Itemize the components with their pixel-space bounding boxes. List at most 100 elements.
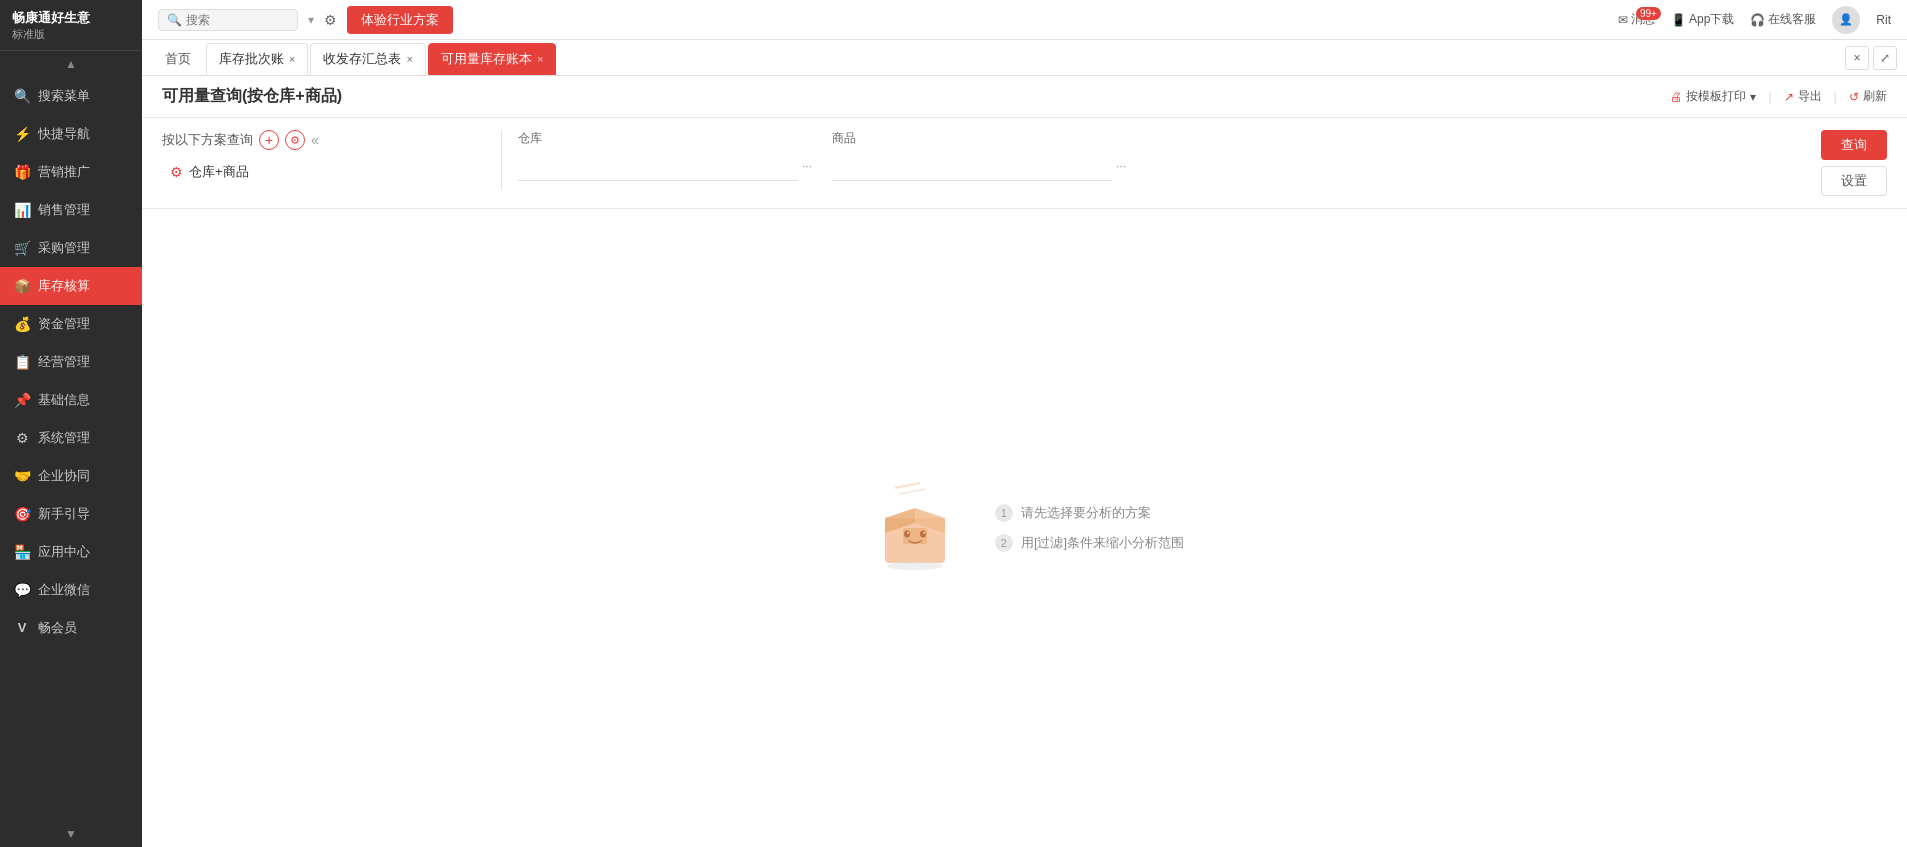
filter-goods-more[interactable]: ··· (1116, 159, 1126, 173)
filter-collapse-button[interactable]: « (311, 132, 319, 148)
topbar-chevron-icon[interactable]: ▾ (308, 13, 314, 27)
sidebar: 畅康通好生意 标准版 ▲ 🔍 搜索菜单 ⚡ 快捷导航 🎁 营销推广 📊 销售管理… (0, 0, 142, 847)
search-icon: 🔍 (14, 88, 30, 104)
tab-available[interactable]: 可用量库存账本 × (428, 43, 556, 75)
scroll-up-icon[interactable]: ▲ (65, 57, 77, 71)
search-input[interactable] (186, 13, 286, 27)
tab-available-label: 可用量库存账本 (441, 50, 532, 68)
tabs-close-all-button[interactable]: × (1845, 46, 1869, 70)
page-header: 可用量查询(按仓库+商品) 🖨 按模板打印 ▾ | ↗ 导出 | ↺ 刷新 (142, 76, 1907, 118)
main-area: 🔍 ▾ ⚙ 体验行业方案 ✉ 消息 99+ 📱 App下载 🎧 在线客服 👤 (142, 0, 1907, 847)
page-actions: 🖨 按模板打印 ▾ | ↗ 导出 | ↺ 刷新 (1670, 88, 1887, 105)
app-brand: 畅康通好生意 (12, 10, 130, 27)
message-button[interactable]: ✉ 消息 99+ (1618, 11, 1655, 28)
filter-field-goods: 商品 ··· (832, 130, 1126, 181)
wechat-icon: 💬 (14, 582, 30, 598)
sidebar-item-shortcut[interactable]: ⚡ 快捷导航 (0, 115, 142, 153)
empty-box-svg (865, 478, 965, 578)
app-download-button[interactable]: 📱 App下载 (1671, 11, 1734, 28)
tab-home[interactable]: 首页 (152, 43, 204, 75)
trial-button[interactable]: 体验行业方案 (347, 6, 453, 34)
print-button[interactable]: 🖨 按模板打印 ▾ (1670, 88, 1756, 105)
column-settings-button[interactable]: 设置 (1821, 166, 1887, 196)
tabs-expand-button[interactable]: ⤢ (1873, 46, 1897, 70)
print-label: 按模板打印 (1686, 88, 1746, 105)
filter-add-button[interactable]: + (259, 130, 279, 150)
tab-batch[interactable]: 库存批次账 × (206, 43, 308, 75)
purchase-icon: 🛒 (14, 240, 30, 256)
filter-settings-icon[interactable]: ⚙ (285, 130, 305, 150)
topbar-search-icon: 🔍 (167, 13, 182, 27)
sidebar-item-label: 基础信息 (38, 391, 90, 409)
sidebar-item-purchase[interactable]: 🛒 采购管理 (0, 229, 142, 267)
tab-batch-close[interactable]: × (289, 53, 295, 65)
basic-icon: 📌 (14, 392, 30, 408)
sidebar-item-label: 库存核算 (38, 277, 90, 295)
filter-scheme-label: 仓库+商品 (189, 163, 249, 181)
export-icon: ↗ (1784, 90, 1794, 104)
sidebar-scroll-down[interactable]: ▼ (0, 821, 142, 847)
filter-goods-input[interactable] (832, 151, 1112, 181)
inventory-icon: 📦 (14, 278, 30, 294)
sidebar-item-label: 搜索菜单 (38, 87, 90, 105)
empty-tips: 1 请先选择要分析的方案 2 用[过滤]条件来缩小分析范围 (995, 504, 1184, 552)
newbie-icon: 🎯 (14, 506, 30, 522)
sidebar-item-basic[interactable]: 📌 基础信息 (0, 381, 142, 419)
sidebar-item-label: 系统管理 (38, 429, 90, 447)
page-content: 可用量查询(按仓库+商品) 🖨 按模板打印 ▾ | ↗ 导出 | ↺ 刷新 (142, 76, 1907, 847)
refresh-button[interactable]: ↺ 刷新 (1849, 88, 1887, 105)
tab-batch-label: 库存批次账 (219, 50, 284, 68)
filter-warehouse-more[interactable]: ··· (802, 159, 812, 173)
filter-goods-input-wrapper: ··· (832, 151, 1126, 181)
filter-area: 按以下方案查询 + ⚙ « ⚙ 仓库+商品 仓库 ··· (142, 118, 1907, 209)
service-icon: 🎧 (1750, 13, 1765, 27)
print-chevron-icon: ▾ (1750, 90, 1756, 104)
empty-illustration (865, 478, 965, 578)
empty-state: 1 请先选择要分析的方案 2 用[过滤]条件来缩小分析范围 (142, 209, 1907, 847)
sidebar-item-label: 采购管理 (38, 239, 90, 257)
sales-icon: 📊 (14, 202, 30, 218)
sidebar-item-marketing[interactable]: 🎁 营销推广 (0, 153, 142, 191)
sidebar-item-enterprise[interactable]: 🤝 企业协同 (0, 457, 142, 495)
sidebar-item-system[interactable]: ⚙ 系统管理 (0, 419, 142, 457)
sidebar-item-appstore[interactable]: 🏪 应用中心 (0, 533, 142, 571)
username-label: Rit (1876, 13, 1891, 27)
export-button[interactable]: ↗ 导出 (1784, 88, 1822, 105)
sidebar-item-inventory[interactable]: 📦 库存核算 (0, 267, 142, 305)
sidebar-item-wechat[interactable]: 💬 企业微信 (0, 571, 142, 609)
topbar: 🔍 ▾ ⚙ 体验行业方案 ✉ 消息 99+ 📱 App下载 🎧 在线客服 👤 (142, 0, 1907, 40)
filter-scheme-panel: 按以下方案查询 + ⚙ « ⚙ 仓库+商品 (162, 130, 502, 190)
tab-home-label: 首页 (165, 50, 191, 68)
message-badge: 99+ (1636, 7, 1661, 20)
sidebar-item-label: 新手引导 (38, 505, 90, 523)
finance-icon: 💰 (14, 316, 30, 332)
query-button[interactable]: 查询 (1821, 130, 1887, 160)
sidebar-item-search[interactable]: 🔍 搜索菜单 (0, 77, 142, 115)
search-box[interactable]: 🔍 (158, 9, 298, 31)
refresh-icon: ↺ (1849, 90, 1859, 104)
scroll-down-icon[interactable]: ▼ (65, 827, 77, 841)
sidebar-item-newbie[interactable]: 🎯 新手引导 (0, 495, 142, 533)
sidebar-item-operations[interactable]: 📋 经营管理 (0, 343, 142, 381)
sidebar-item-finance[interactable]: 💰 资金管理 (0, 305, 142, 343)
export-label: 导出 (1798, 88, 1822, 105)
marketing-icon: 🎁 (14, 164, 30, 180)
tab-summary-close[interactable]: × (406, 53, 412, 65)
online-service-button[interactable]: 🎧 在线客服 (1750, 11, 1816, 28)
avatar: 👤 (1832, 6, 1860, 34)
topbar-gear-icon[interactable]: ⚙ (324, 12, 337, 28)
filter-scheme-item-warehouse-goods[interactable]: ⚙ 仓库+商品 (162, 158, 491, 186)
avatar-initial: 👤 (1839, 13, 1853, 26)
tab-summary[interactable]: 收发存汇总表 × (310, 43, 425, 75)
tip-item-1: 1 请先选择要分析的方案 (995, 504, 1184, 522)
svg-point-8 (887, 562, 943, 570)
sidebar-item-label: 资金管理 (38, 315, 90, 333)
filter-warehouse-input[interactable] (518, 151, 798, 181)
operations-icon: 📋 (14, 354, 30, 370)
tab-available-close[interactable]: × (537, 53, 543, 65)
sidebar-scroll-up[interactable]: ▲ (0, 51, 142, 77)
sidebar-item-label: 应用中心 (38, 543, 90, 561)
sidebar-item-label: 企业微信 (38, 581, 90, 599)
sidebar-item-member[interactable]: V 畅会员 (0, 609, 142, 647)
sidebar-item-sales[interactable]: 📊 销售管理 (0, 191, 142, 229)
